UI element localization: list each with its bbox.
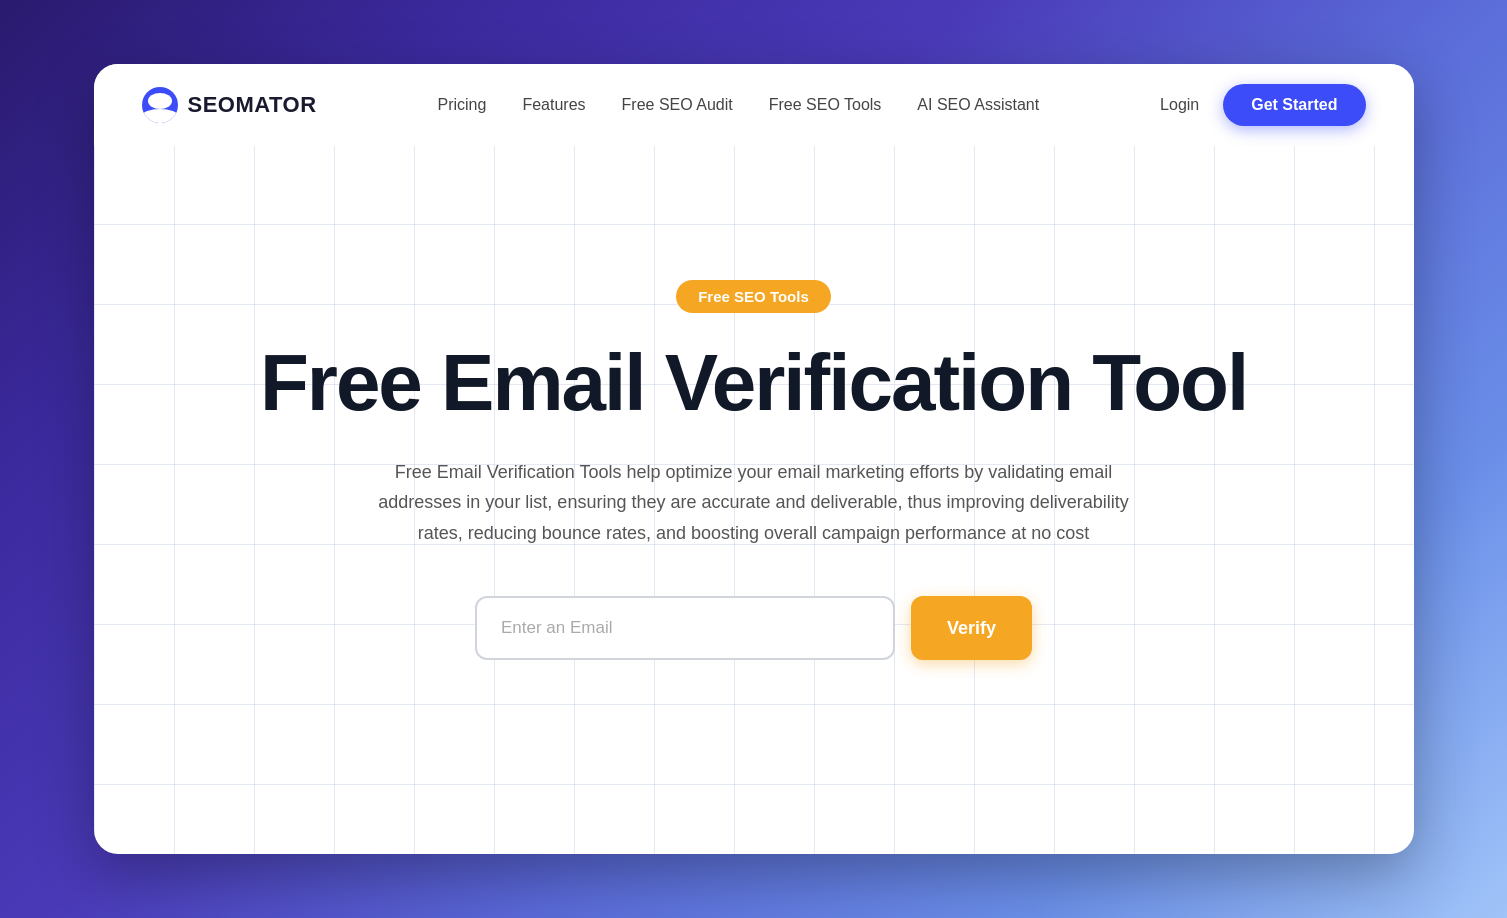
email-form: Verify (475, 596, 1032, 660)
nav-link-ai-seo-assistant[interactable]: AI SEO Assistant (917, 96, 1039, 114)
main-card: SEOMATOR Pricing Features Free SEO Audit… (94, 64, 1414, 854)
hero-description: Free Email Verification Tools help optim… (364, 457, 1144, 549)
logo-area: SEOMATOR (142, 87, 317, 123)
hero-section: Free SEO Tools Free Email Verification T… (94, 146, 1414, 854)
login-button[interactable]: Login (1160, 96, 1199, 114)
hero-title: Free Email Verification Tool (260, 341, 1247, 425)
nav-actions: Login Get Started (1160, 84, 1365, 126)
nav-links: Pricing Features Free SEO Audit Free SEO… (438, 96, 1040, 114)
get-started-button[interactable]: Get Started (1223, 84, 1365, 126)
nav-link-pricing[interactable]: Pricing (438, 96, 487, 114)
logo-icon (142, 87, 178, 123)
verify-button[interactable]: Verify (911, 596, 1032, 660)
navbar: SEOMATOR Pricing Features Free SEO Audit… (94, 64, 1414, 146)
nav-link-free-seo-audit[interactable]: Free SEO Audit (622, 96, 733, 114)
email-input[interactable] (475, 596, 895, 660)
nav-link-features[interactable]: Features (522, 96, 585, 114)
nav-link-free-seo-tools[interactable]: Free SEO Tools (769, 96, 882, 114)
logo-text: SEOMATOR (188, 92, 317, 118)
hero-badge: Free SEO Tools (676, 280, 831, 313)
